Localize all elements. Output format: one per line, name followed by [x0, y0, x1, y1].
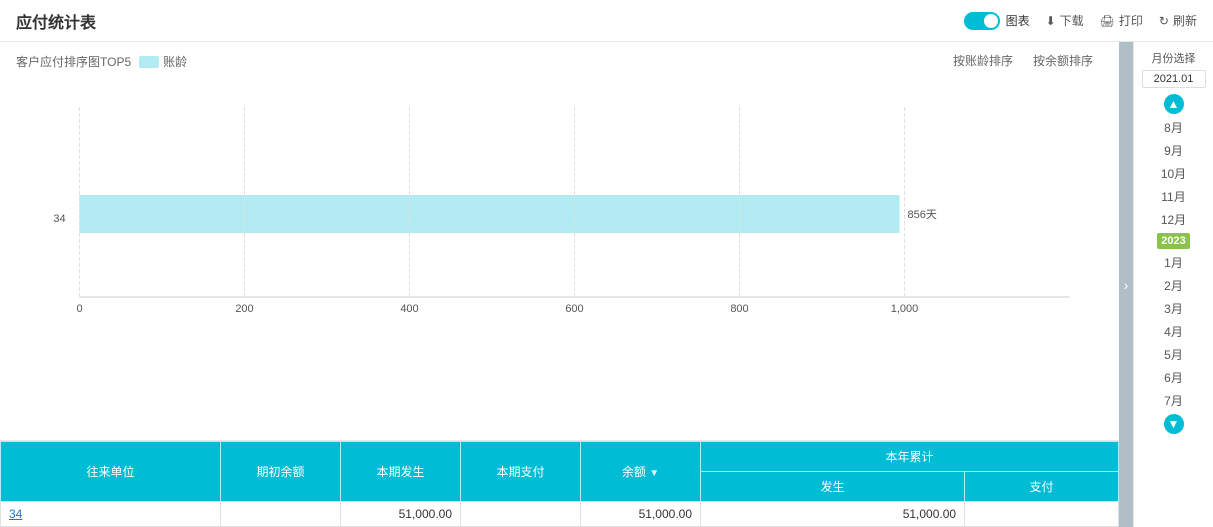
month-nav-up-button[interactable]: ▲ — [1164, 94, 1184, 114]
chart-sort-buttons: 按账龄排序 按余额排序 — [943, 50, 1103, 73]
month-nav-down-button[interactable]: ▼ — [1164, 414, 1184, 434]
th-opening: 期初余额 — [221, 442, 341, 502]
svg-text:1,000: 1,000 — [891, 303, 919, 315]
legend-account: 账龄 — [139, 53, 187, 70]
legend-customer: 客户应付排序图TOP5 — [16, 53, 131, 70]
bar-34 — [80, 195, 900, 233]
year-input[interactable] — [1142, 70, 1206, 88]
svg-text:856天: 856天 — [908, 209, 937, 221]
download-button[interactable]: ⬇ 下载 — [1046, 12, 1084, 29]
cell-unit: 34 — [1, 502, 221, 527]
month-item-7[interactable]: 7月 — [1134, 389, 1213, 412]
th-balance: 余额 ▼ — [581, 442, 701, 502]
chart-toggle-label: 图表 — [1006, 12, 1030, 29]
cell-opening — [221, 502, 341, 527]
cell-ytd-pay — [965, 502, 1119, 527]
download-icon: ⬇ — [1046, 14, 1056, 28]
chart-section: 客户应付排序图TOP5 账龄 按账龄排序 按余额排序 — [0, 42, 1119, 441]
cell-current-occur: 51,000.00 — [341, 502, 461, 527]
svg-text:34: 34 — [53, 213, 65, 225]
th-current-pay: 本期支付 — [461, 442, 581, 502]
svg-text:200: 200 — [235, 303, 253, 315]
sort-by-amount-button[interactable]: 按余额排序 — [1023, 50, 1103, 73]
legend-account-label: 账龄 — [163, 53, 187, 70]
app-container: 应付统计表 图表 ⬇ 下载 🖨 打印 ↻ 刷新 — [0, 0, 1213, 527]
month-item-4[interactable]: 4月 — [1134, 320, 1213, 343]
chart-svg-area: 34 856天 0 200 400 600 800 1,000 — [16, 77, 1103, 347]
svg-text:0: 0 — [76, 303, 82, 315]
month-item-6[interactable]: 6月 — [1134, 366, 1213, 389]
print-button[interactable]: 🖨 打印 — [1100, 12, 1143, 29]
chart-legend: 客户应付排序图TOP5 账龄 — [16, 53, 187, 70]
header: 应付统计表 图表 ⬇ 下载 🖨 打印 ↻ 刷新 — [0, 0, 1213, 42]
unit-link[interactable]: 34 — [9, 507, 22, 521]
month-item-3[interactable]: 3月 — [1134, 297, 1213, 320]
month-item-8[interactable]: 8月 — [1134, 116, 1213, 139]
month-item-10[interactable]: 10月 — [1134, 162, 1213, 185]
th-current-occur: 本期发生 — [341, 442, 461, 502]
page-title: 应付统计表 — [16, 9, 96, 33]
th-unit: 往来单位 — [1, 442, 221, 502]
data-table: 往来单位 期初余额 本期发生 本期支付 余额 ▼ 本年累计 发生 — [0, 441, 1119, 527]
chart-toggle-wrap: 图表 — [964, 12, 1030, 30]
table-section: 往来单位 期初余额 本期发生 本期支付 余额 ▼ 本年累计 发生 — [0, 441, 1119, 527]
month-item-9[interactable]: 9月 — [1134, 139, 1213, 162]
main-content: 客户应付排序图TOP5 账龄 按账龄排序 按余额排序 — [0, 42, 1213, 527]
month-item-12[interactable]: 12月 — [1134, 208, 1213, 231]
left-area: 客户应付排序图TOP5 账龄 按账龄排序 按余额排序 — [0, 42, 1119, 527]
arrow-icon: › — [1124, 277, 1129, 293]
chevron-up-icon: ▲ — [1168, 97, 1180, 111]
legend-customer-label: 客户应付排序图TOP5 — [16, 53, 131, 70]
header-actions: 图表 ⬇ 下载 🖨 打印 ↻ 刷新 — [964, 12, 1197, 30]
cell-current-pay — [461, 502, 581, 527]
chart-toggle[interactable] — [964, 12, 1000, 30]
th-ytd-pay: 支付 — [965, 472, 1119, 502]
chart-header: 客户应付排序图TOP5 账龄 按账龄排序 按余额排序 — [16, 50, 1103, 73]
svg-text:800: 800 — [730, 303, 748, 315]
month-item-2[interactable]: 2月 — [1134, 274, 1213, 297]
legend-account-color — [139, 56, 159, 68]
sidebar-collapse-arrow[interactable]: › — [1119, 42, 1133, 527]
svg-text:400: 400 — [400, 303, 418, 315]
sort-by-balance-button[interactable]: 按账龄排序 — [943, 50, 1023, 73]
svg-text:600: 600 — [565, 303, 583, 315]
th-ytd-occur: 发生 — [701, 472, 965, 502]
right-sidebar: 月份选择 ▲ 8月 9月 10月 11月 12月 2023 1月 2月 3月 4… — [1133, 42, 1213, 527]
bar-chart-svg: 34 856天 0 200 400 600 800 1,000 — [16, 77, 1103, 347]
sidebar-title: 月份选择 — [1152, 46, 1196, 70]
th-ytd-group: 本年累计 — [701, 442, 1119, 472]
refresh-button[interactable]: ↻ 刷新 — [1159, 12, 1197, 29]
chevron-down-icon: ▼ — [1168, 417, 1180, 431]
cell-balance: 51,000.00 — [581, 502, 701, 527]
print-icon: 🖨 — [1100, 14, 1115, 28]
refresh-icon: ↻ — [1159, 14, 1169, 28]
month-item-5[interactable]: 5月 — [1134, 343, 1213, 366]
month-item-11[interactable]: 11月 — [1134, 185, 1213, 208]
table-row: 34 51,000.00 51,000.00 51,000.00 — [1, 502, 1119, 527]
month-item-1[interactable]: 1月 — [1134, 251, 1213, 274]
cell-ytd-occur: 51,000.00 — [701, 502, 965, 527]
year-label-2023: 2023 — [1157, 233, 1189, 249]
